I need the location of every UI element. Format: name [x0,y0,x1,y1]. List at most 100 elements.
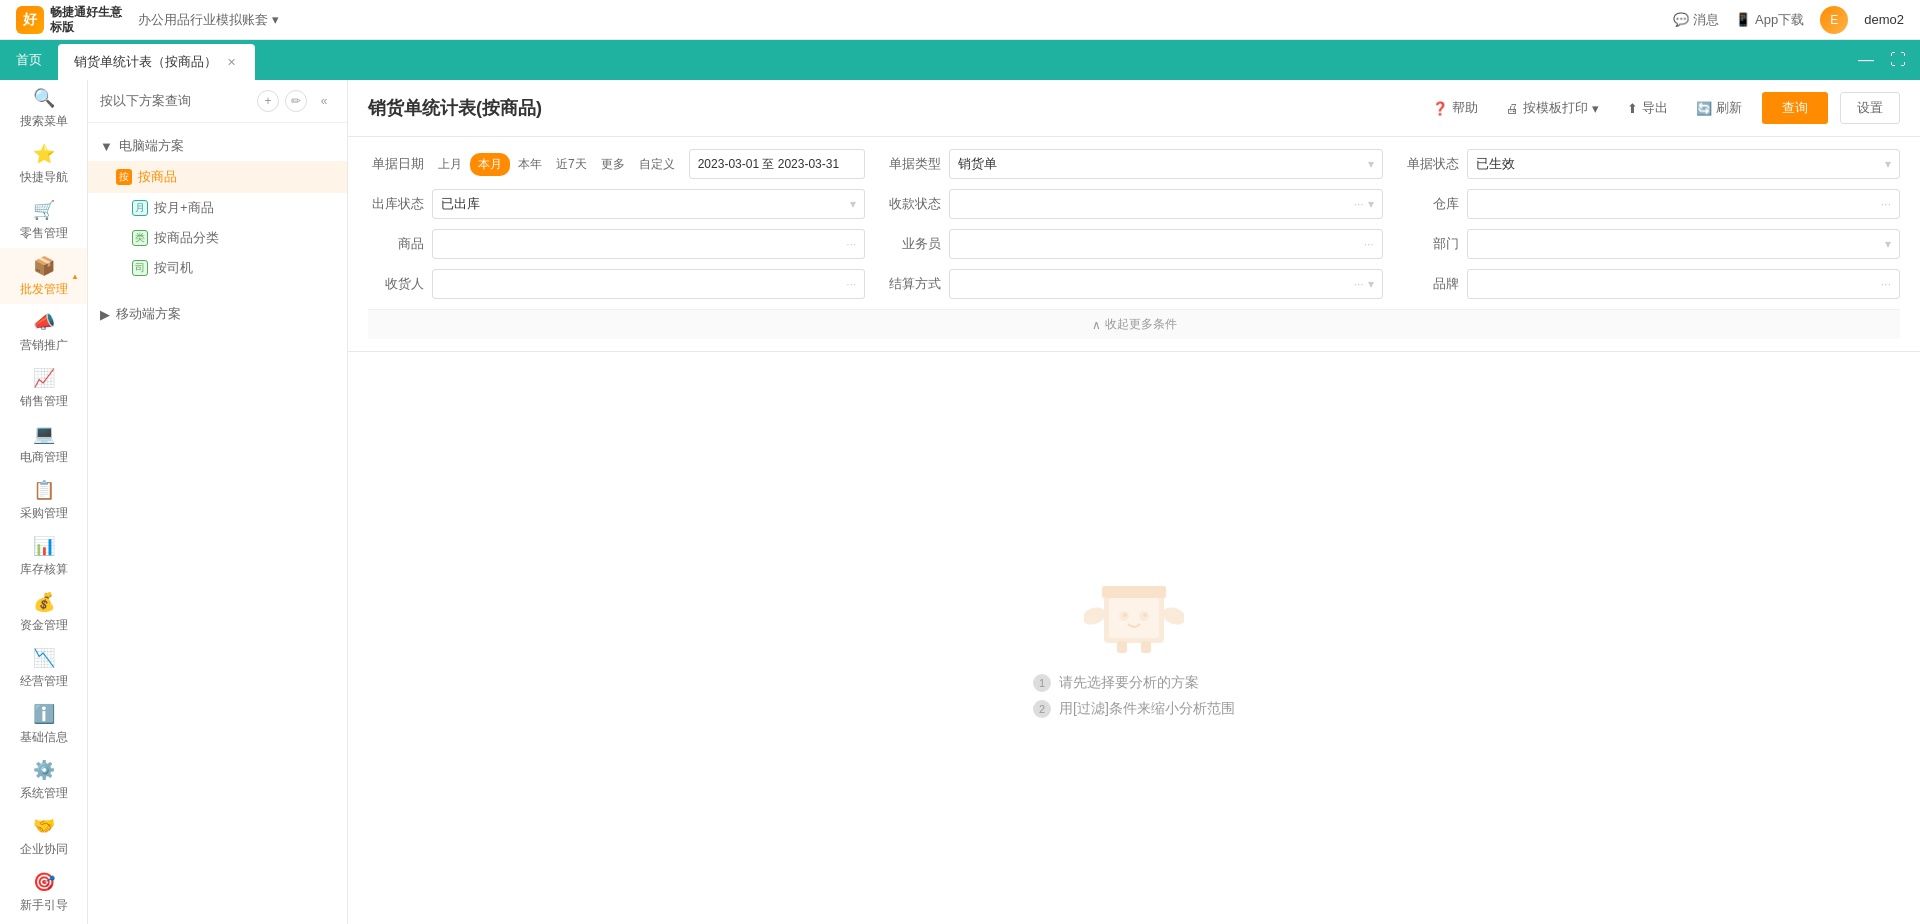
settle-control: ··· ▾ [949,269,1382,299]
out-status-actions: ▾ [850,197,856,211]
tree-item-by-category[interactable]: 类 按商品分类 [88,223,347,253]
message-icon: 💬 [1673,12,1689,27]
goods-more-icon[interactable]: ··· [846,237,856,251]
tree-item-by-driver[interactable]: 司 按司机 [88,253,347,283]
date-btn-7days[interactable]: 近7天 [550,153,593,176]
date-btn-custom[interactable]: 自定义 [633,153,681,176]
sidebar-item-finance[interactable]: 💰 资金管理 [0,584,87,640]
filter-item-date: 单据日期 上月 本月 本年 近7天 更多 自定义 2023- [368,149,865,179]
workspace-selector[interactable]: 办公用品行业模拟账套 ▾ [130,7,287,33]
sidebar-item-sales[interactable]: 📈 销售管理 [0,360,87,416]
export-button[interactable]: ⬆ 导出 [1619,95,1676,121]
tab-active[interactable]: 销货单统计表（按商品） ✕ [58,44,255,80]
doc-status-select[interactable]: 已生效 ▾ [1467,149,1900,179]
sidebar-item-system[interactable]: ⚙️ 系统管理 [0,752,87,808]
print-button[interactable]: 🖨 按模板打印 ▾ [1498,95,1607,121]
out-status-select[interactable]: 已出库 ▾ [432,189,865,219]
system-icon: ⚙️ [33,759,55,781]
guide-icon: 🎯 [33,871,55,893]
tab-maximize-button[interactable]: ⛶ [1884,47,1912,73]
sidebar-item-appstore[interactable]: 🔲 应用中心 [0,920,87,924]
doc-type-dropdown-icon[interactable]: ▾ [1368,157,1374,171]
doc-type-actions: ▾ [1368,157,1374,171]
goods-select[interactable]: ··· [432,229,865,259]
dept-dropdown-icon[interactable]: ▾ [1885,237,1891,251]
brand-select[interactable]: ··· [1467,269,1900,299]
doc-type-select[interactable]: 销货单 ▾ [949,149,1382,179]
tree-item-by-goods[interactable]: 按 按商品 [88,161,347,193]
pay-status-dropdown-icon[interactable]: ▾ [1368,197,1374,211]
empty-state: 1 请先选择要分析的方案 2 用[过滤]条件来缩小分析范围 [1033,558,1235,718]
help-button[interactable]: ❓ 帮助 [1424,95,1486,121]
sidebar-item-ecommerce[interactable]: 💻 电商管理 [0,416,87,472]
salesman-more-icon[interactable]: ··· [1364,237,1374,251]
settle-dropdown-icon[interactable]: ▾ [1368,277,1374,291]
salesman-select[interactable]: ··· [949,229,1382,259]
chevron-down-icon: ▼ [100,139,113,154]
sidebar-item-wholesale[interactable]: 📦 批发管理 [0,248,87,304]
settle-actions: ··· ▾ [1354,277,1374,291]
date-filter: 上月 本月 本年 近7天 更多 自定义 2023-03-01 至 2023-03… [432,149,865,179]
add-scheme-button[interactable]: + [257,90,279,112]
sidebar-item-purchase[interactable]: 📋 采购管理 [0,472,87,528]
query-button[interactable]: 查询 [1762,92,1828,124]
receiver-select[interactable]: ··· [432,269,865,299]
settings-button[interactable]: 设置 [1840,92,1900,124]
settle-select[interactable]: ··· ▾ [949,269,1382,299]
collapse-panel-button[interactable]: « [313,90,335,112]
tree-group-mobile-header[interactable]: ▶ 移动端方案 [88,299,347,329]
sidebar-item-business[interactable]: 📉 经营管理 [0,640,87,696]
sidebar-item-quick-nav[interactable]: ⭐ 快捷导航 [0,136,87,192]
dept-control: ▾ [1467,229,1900,259]
doc-status-dropdown-icon[interactable]: ▾ [1885,157,1891,171]
collapse-filters-button[interactable]: ∧ 收起更多条件 [368,309,1900,339]
sidebar-item-basic[interactable]: ℹ️ 基础信息 [0,696,87,752]
logo-text: 畅捷通好生意 标版 [50,5,122,34]
pay-status-more-icon[interactable]: ··· [1354,197,1364,211]
tree-item-by-month-goods[interactable]: 月 按月+商品 [88,193,347,223]
page-title: 销货单统计表(按商品) [368,96,542,120]
settle-more-icon[interactable]: ··· [1354,277,1364,291]
dept-select[interactable]: ▾ [1467,229,1900,259]
collapse-icon: ∧ [1092,318,1101,332]
pay-status-select[interactable]: ··· ▾ [949,189,1382,219]
results-area: 1 请先选择要分析的方案 2 用[过滤]条件来缩小分析范围 [348,352,1920,924]
receiver-more-icon[interactable]: ··· [846,277,856,291]
date-btn-last-month[interactable]: 上月 [432,153,468,176]
warehouse-more-icon[interactable]: ··· [1881,197,1891,211]
avatar[interactable]: E [1820,6,1848,34]
page-header-top: 销货单统计表(按商品) ❓ 帮助 🖨 按模板打印 ▾ ⬆ [368,92,1900,124]
date-btn-this-year[interactable]: 本年 [512,153,548,176]
date-btn-this-month[interactable]: 本月 [470,153,510,176]
retail-icon: 🛒 [33,199,55,221]
refresh-button[interactable]: 🔄 刷新 [1688,95,1750,121]
logo-area: 好 畅捷通好生意 标版 [16,5,122,34]
filter-item-settle: 结算方式 ··· ▾ [885,269,1382,299]
tree-group-desktop-header[interactable]: ▼ 电脑端方案 [88,131,347,161]
ecommerce-icon: 💻 [33,423,55,445]
tab-minimize-button[interactable]: — [1852,47,1880,73]
sidebar-item-collab[interactable]: 🤝 企业协同 [0,808,87,864]
sidebar-item-guide[interactable]: 🎯 新手引导 [0,864,87,920]
nav-app-download[interactable]: 📱 App下载 [1735,11,1804,29]
date-btn-more[interactable]: 更多 [595,153,631,176]
date-quick-buttons: 上月 本月 本年 近7天 更多 自定义 [432,153,681,176]
nav-message[interactable]: 💬 消息 [1673,11,1719,29]
edit-scheme-button[interactable]: ✏ [285,90,307,112]
warehouse-select[interactable]: ··· [1467,189,1900,219]
sidebar-item-marketing[interactable]: 📣 营销推广 [0,304,87,360]
sidebar-item-retail[interactable]: 🛒 零售管理 [0,192,87,248]
tab-close-button[interactable]: ✕ [223,54,239,70]
filter-item-doc-type: 单据类型 销货单 ▾ [885,149,1382,179]
out-status-control: 已出库 ▾ [432,189,865,219]
user-name[interactable]: demo2 [1864,12,1904,27]
marketing-icon: 📣 [33,311,55,333]
tab-home[interactable]: 首页 [0,40,58,80]
out-status-dropdown-icon[interactable]: ▾ [850,197,856,211]
goods-actions: ··· [846,237,856,251]
pay-status-actions: ··· ▾ [1354,197,1374,211]
sidebar-item-search[interactable]: 🔍 搜索菜单 [0,80,87,136]
date-range-input[interactable]: 2023-03-01 至 2023-03-31 [689,149,866,179]
brand-more-icon[interactable]: ··· [1881,277,1891,291]
sidebar-item-inventory[interactable]: 📊 库存核算 [0,528,87,584]
